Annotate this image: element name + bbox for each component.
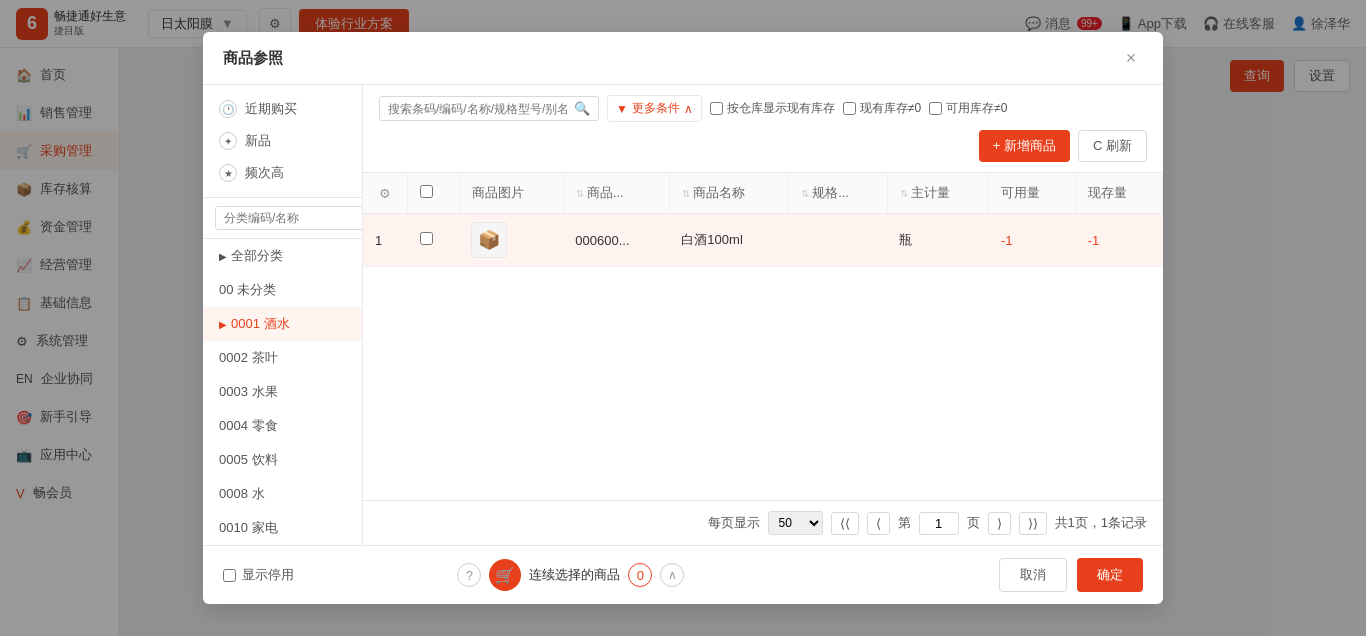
cell-code: 000600... bbox=[563, 214, 669, 267]
cat-arrow-icon: ▶ bbox=[219, 251, 227, 262]
category-item-0005[interactable]: 0005 饮料 bbox=[203, 443, 362, 477]
cancel-btn[interactable]: 取消 bbox=[999, 558, 1067, 592]
category-item-0008[interactable]: 0008 水 bbox=[203, 477, 362, 511]
quick-filters: 🕐 近期购买 ✦ 新品 ★ 频次高 bbox=[203, 85, 362, 198]
total-records: 共1页，1条记录 bbox=[1055, 514, 1147, 532]
page-label: 第 bbox=[898, 514, 911, 532]
modal-toolbar: 🔍 ▼ 更多条件 ∧ 按仓库显示现有库存 现有库存≠0 可用库存≠0 bbox=[363, 85, 1163, 173]
filter-icon: ▼ bbox=[616, 102, 628, 116]
product-table-wrap: ⚙ 商品图片 ⇅ 商品... bbox=[363, 173, 1163, 500]
col-unit[interactable]: ⇅ 主计量 bbox=[887, 173, 989, 214]
cell-img: 📦 bbox=[459, 214, 563, 267]
warehouse-checkbox[interactable] bbox=[710, 102, 723, 115]
modal-footer: 显示停用 ? 🛒 连续选择的商品 0 ∧ 取消 确定 bbox=[203, 545, 1163, 604]
frequent-icon: ★ bbox=[219, 164, 237, 182]
quick-filter-frequent[interactable]: ★ 频次高 bbox=[203, 157, 362, 189]
show-disabled-checkbox[interactable] bbox=[223, 569, 236, 582]
new-icon: ✦ bbox=[219, 132, 237, 150]
product-image: 📦 bbox=[471, 222, 507, 258]
col-checkbox[interactable] bbox=[408, 173, 460, 214]
pagination-bar: 每页显示 50 100 200 ⟨⟨ ⟨ 第 页 ⟩ ⟩⟩ 共1页，1条记录 bbox=[363, 500, 1163, 545]
stock-nonzero-checkbox[interactable] bbox=[843, 102, 856, 115]
product-search-input[interactable] bbox=[388, 102, 568, 116]
refresh-btn[interactable]: C 刷新 bbox=[1078, 130, 1147, 162]
col-img: 商品图片 bbox=[459, 173, 563, 214]
modal: 商品参照 × 🕐 近期购买 ✦ 新品 ★ 频次高 bbox=[203, 32, 1163, 604]
cat-arrow-active-icon: ▶ bbox=[219, 319, 227, 330]
cell-stock: -1 bbox=[1076, 214, 1163, 267]
category-item-0010[interactable]: 0010 家电 bbox=[203, 511, 362, 545]
cell-checkbox[interactable] bbox=[408, 214, 460, 267]
modal-right-panel: 🔍 ▼ 更多条件 ∧ 按仓库显示现有库存 现有库存≠0 可用库存≠0 bbox=[363, 85, 1163, 545]
add-product-btn[interactable]: + 新增商品 bbox=[979, 130, 1070, 162]
category-list: ▶ 全部分类 00 未分类 ▶ 0001 酒水 0002 茶叶 0003 水果 bbox=[203, 239, 362, 545]
per-page-select[interactable]: 50 100 200 bbox=[768, 511, 823, 535]
checkbox-warehouse[interactable]: 按仓库显示现有库存 bbox=[710, 100, 835, 117]
product-table: ⚙ 商品图片 ⇅ 商品... bbox=[363, 173, 1163, 267]
modal-header: 商品参照 × bbox=[203, 32, 1163, 85]
cell-available: -1 bbox=[989, 214, 1076, 267]
last-page-btn[interactable]: ⟩⟩ bbox=[1019, 512, 1047, 535]
footer-left: 显示停用 bbox=[223, 566, 294, 584]
footer-right: 取消 确定 bbox=[999, 558, 1143, 592]
sort-unit-icon: ⇅ bbox=[900, 188, 908, 199]
recent-icon: 🕐 bbox=[219, 100, 237, 118]
col-code[interactable]: ⇅ 商品... bbox=[563, 173, 669, 214]
col-stock: 现存量 bbox=[1076, 173, 1163, 214]
row-checkbox[interactable] bbox=[420, 232, 433, 245]
category-item-0002[interactable]: 0002 茶叶 bbox=[203, 341, 362, 375]
checkbox-stock-nonzero[interactable]: 现有库存≠0 bbox=[843, 100, 921, 117]
collapse-cart-btn[interactable]: ∧ bbox=[660, 563, 684, 587]
cart-count-badge: 0 bbox=[628, 563, 652, 587]
col-spec[interactable]: ⇅ 规格... bbox=[789, 173, 888, 214]
sort-name-icon: ⇅ bbox=[682, 188, 690, 199]
cell-unit: 瓶 bbox=[887, 214, 989, 267]
help-btn[interactable]: ? bbox=[457, 563, 481, 587]
first-page-btn[interactable]: ⟨⟨ bbox=[831, 512, 859, 535]
page-suffix: 页 bbox=[967, 514, 980, 532]
show-disabled-checkbox-label[interactable]: 显示停用 bbox=[223, 566, 294, 584]
available-nonzero-checkbox[interactable] bbox=[929, 102, 942, 115]
search-box: 🔍 bbox=[379, 96, 599, 121]
footer-center: ? 🛒 连续选择的商品 0 ∧ bbox=[457, 559, 684, 591]
modal-close-button[interactable]: × bbox=[1119, 46, 1143, 70]
category-item-0001[interactable]: ▶ 0001 酒水 bbox=[203, 307, 362, 341]
search-icon[interactable]: 🔍 bbox=[574, 101, 590, 116]
per-page-label: 每页显示 bbox=[708, 514, 760, 532]
cell-seq: 1 bbox=[363, 214, 408, 267]
quick-filter-new[interactable]: ✦ 新品 bbox=[203, 125, 362, 157]
checkbox-available-nonzero[interactable]: 可用库存≠0 bbox=[929, 100, 1007, 117]
filter-more-btn[interactable]: ▼ 更多条件 ∧ bbox=[607, 95, 702, 122]
col-available: 可用量 bbox=[989, 173, 1076, 214]
modal-body: 🕐 近期购买 ✦ 新品 ★ 频次高 🔍 ▶ bbox=[203, 85, 1163, 545]
col-settings[interactable]: ⚙ bbox=[363, 173, 408, 214]
cart-text: 连续选择的商品 bbox=[529, 566, 620, 584]
col-name[interactable]: ⇅ 商品名称 bbox=[669, 173, 788, 214]
confirm-btn[interactable]: 确定 bbox=[1077, 558, 1143, 592]
modal-title: 商品参照 bbox=[223, 49, 283, 68]
next-page-btn[interactable]: ⟩ bbox=[988, 512, 1011, 535]
category-item-all[interactable]: ▶ 全部分类 bbox=[203, 239, 362, 273]
cart-area[interactable]: 🛒 连续选择的商品 0 bbox=[489, 559, 652, 591]
cart-icon: 🛒 bbox=[489, 559, 521, 591]
sort-spec-icon: ⇅ bbox=[801, 188, 809, 199]
category-search-bar: 🔍 bbox=[203, 198, 362, 239]
category-item-0004[interactable]: 0004 零食 bbox=[203, 409, 362, 443]
quick-filter-recent[interactable]: 🕐 近期购买 bbox=[203, 93, 362, 125]
sort-up-icon: ⇅ bbox=[576, 188, 584, 199]
prev-page-btn[interactable]: ⟨ bbox=[867, 512, 890, 535]
modal-toolbar-right: + 新增商品 C 刷新 bbox=[979, 130, 1147, 162]
table-row[interactable]: 1 📦 000600... 白酒100ml bbox=[363, 214, 1163, 267]
cell-name: 白酒100ml bbox=[669, 214, 788, 267]
filter-arrow-icon: ∧ bbox=[684, 102, 693, 116]
cell-spec bbox=[789, 214, 888, 267]
select-all-checkbox[interactable] bbox=[420, 185, 433, 198]
category-item-00[interactable]: 00 未分类 bbox=[203, 273, 362, 307]
category-sidebar: 🕐 近期购买 ✦ 新品 ★ 频次高 🔍 ▶ bbox=[203, 85, 363, 545]
category-search-input[interactable] bbox=[215, 206, 363, 230]
page-input[interactable] bbox=[919, 512, 959, 535]
category-item-0003[interactable]: 0003 水果 bbox=[203, 375, 362, 409]
